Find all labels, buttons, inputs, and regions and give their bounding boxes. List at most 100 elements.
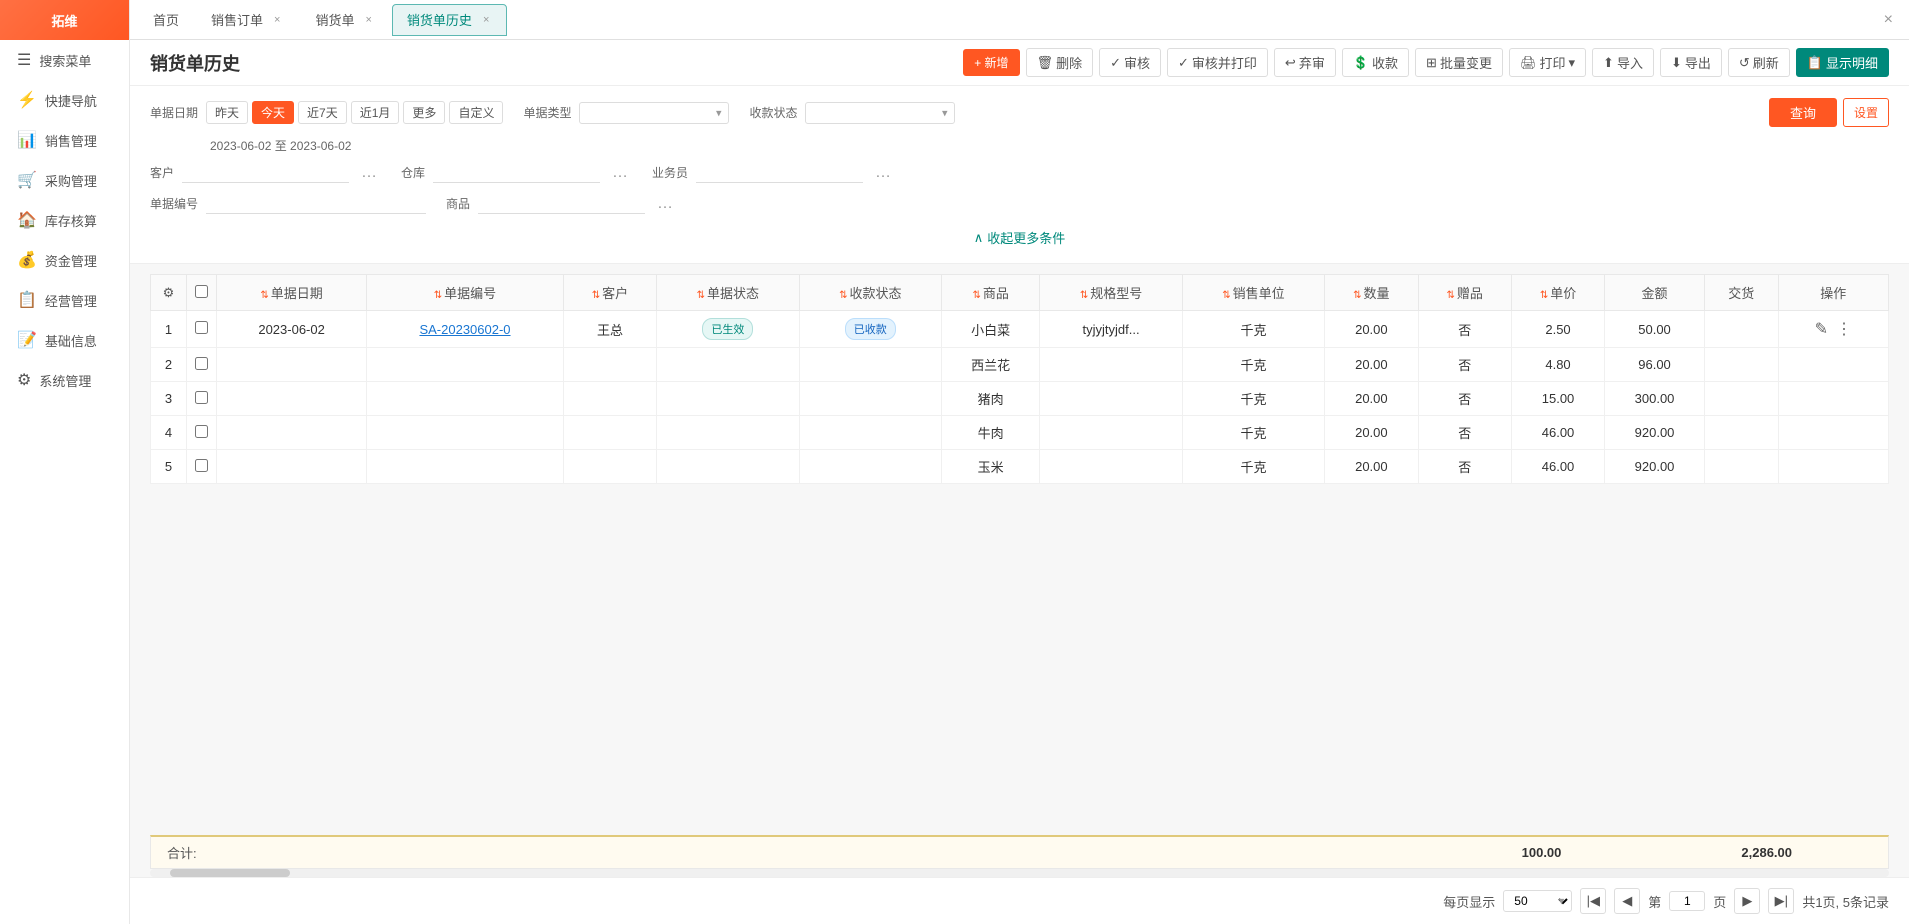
date-btn-7days[interactable]: 近7天 — [298, 101, 347, 124]
sidebar-item-purchase-mgmt[interactable]: 🛒 采购管理 — [0, 160, 129, 200]
row-checkbox-cell[interactable] — [187, 348, 217, 382]
export-button[interactable]: ⬇ 导出 — [1660, 48, 1722, 77]
review-button[interactable]: ✓ 审核 — [1099, 48, 1161, 77]
filter-group-warehouse: 仓库 … — [401, 162, 632, 183]
print-review-button[interactable]: ✓ 审核并打印 — [1167, 48, 1268, 77]
payment-status-select-wrapper — [805, 102, 955, 124]
row-price-cell: 15.00 — [1511, 382, 1604, 416]
print-button[interactable]: 🖨 打印 ▾ — [1509, 48, 1586, 77]
col-settings[interactable]: ⚙ — [151, 275, 187, 311]
more-icon[interactable]: ⋮ — [1832, 319, 1856, 340]
date-btn-today[interactable]: 今天 — [252, 101, 294, 124]
scrollbar-thumb[interactable] — [170, 869, 290, 877]
col-trade[interactable]: 交货 — [1704, 275, 1778, 311]
col-checkbox[interactable] — [187, 275, 217, 311]
sidebar-item-operations[interactable]: 📋 经营管理 — [0, 280, 129, 320]
sidebar-item-basic-info[interactable]: 📝 基础信息 — [0, 320, 129, 360]
batch-change-button[interactable]: ⊞ 批量变更 — [1415, 48, 1503, 77]
row-checkbox[interactable] — [195, 425, 208, 438]
date-btn-1month[interactable]: 近1月 — [351, 101, 400, 124]
product-dots-button[interactable]: … — [653, 195, 677, 213]
salesperson-dots-button[interactable]: … — [871, 164, 895, 182]
table-row: 2西兰花千克20.00否4.8096.00 — [151, 348, 1889, 382]
warehouse-input[interactable] — [433, 162, 600, 183]
select-all-checkbox[interactable] — [195, 285, 208, 298]
display-note-button[interactable]: 📋 显示明细 — [1796, 48, 1889, 77]
col-qty[interactable]: ⇅数量 — [1325, 275, 1418, 311]
window-close-button[interactable]: × — [1876, 7, 1901, 33]
col-spec[interactable]: ⇅规格型号 — [1040, 275, 1182, 311]
table-container[interactable]: ⚙ ⇅单据日期 ⇅单据编号 ⇅客户 ⇅单据状态 ⇅收款状态 ⇅商品 ⇅规格型号 … — [130, 274, 1909, 835]
col-doc-status[interactable]: ⇅单据状态 — [657, 275, 799, 311]
doc-number-input[interactable] — [206, 193, 426, 214]
sidebar-item-system[interactable]: ⚙ 系统管理 — [0, 360, 129, 400]
col-pay-status[interactable]: ⇅收款状态 — [799, 275, 941, 311]
page-title: 销货单历史 — [150, 50, 240, 76]
tab-sales-order[interactable]: 销售订单 × — [196, 4, 298, 36]
row-checkbox-cell[interactable] — [187, 382, 217, 416]
col-date[interactable]: ⇅单据日期 — [217, 275, 367, 311]
tab-close-sales-delivery[interactable]: × — [362, 13, 374, 27]
date-btn-yesterday[interactable]: 昨天 — [206, 101, 248, 124]
row-checkbox-cell[interactable] — [187, 450, 217, 484]
doc-type-select[interactable] — [579, 102, 729, 124]
filter-area: 单据日期 昨天 今天 近7天 近1月 更多 自定义 单据类型 — [130, 86, 1909, 264]
row-actions-cell: ✎⋮ — [1778, 311, 1888, 348]
settings-filter-button[interactable]: 设置 — [1843, 98, 1889, 127]
sidebar-item-search-menu[interactable]: ☰ 搜索菜单 — [0, 40, 129, 80]
page-size-select[interactable]: 20 50 100 — [1503, 890, 1572, 912]
row-pay-status-cell — [799, 382, 941, 416]
horizontal-scrollbar[interactable] — [150, 869, 1889, 877]
row-checkbox-cell[interactable] — [187, 311, 217, 348]
tab-sales-delivery[interactable]: 销货单 × — [300, 4, 389, 36]
first-page-button[interactable]: |◀ — [1580, 888, 1606, 914]
prev-page-button[interactable]: ◀ — [1614, 888, 1640, 914]
col-gift[interactable]: ⇅赠品 — [1418, 275, 1511, 311]
last-page-button[interactable]: ▶| — [1768, 888, 1794, 914]
payment-status-select[interactable] — [805, 102, 955, 124]
col-unit[interactable]: ⇅销售单位 — [1182, 275, 1324, 311]
table-settings-icon[interactable]: ⚙ — [163, 285, 175, 300]
tab-close-sales-order[interactable]: × — [271, 13, 283, 27]
sidebar-item-sales-mgmt[interactable]: 📊 销售管理 — [0, 120, 129, 160]
product-input[interactable] — [478, 193, 645, 214]
row-checkbox[interactable] — [195, 321, 208, 334]
doc-number-link[interactable]: SA-20230602-0 — [419, 322, 510, 337]
row-unit-cell: 千克 — [1182, 382, 1324, 416]
col-customer[interactable]: ⇅客户 — [563, 275, 656, 311]
tab-close-sales-history[interactable]: × — [480, 13, 492, 27]
new-button[interactable]: + 新增 — [963, 49, 1019, 76]
collect-button[interactable]: 💲 收款 — [1342, 48, 1409, 77]
row-checkbox[interactable] — [195, 357, 208, 370]
date-btn-custom[interactable]: 自定义 — [449, 101, 503, 124]
customer-dots-button[interactable]: … — [357, 164, 381, 182]
tab-home[interactable]: 首页 — [138, 4, 194, 36]
row-checkbox-cell[interactable] — [187, 416, 217, 450]
refresh-button[interactable]: ↺ 刷新 — [1728, 48, 1790, 77]
page-number-input[interactable] — [1669, 891, 1705, 911]
import-button[interactable]: ⬆ 导入 — [1592, 48, 1654, 77]
sidebar-item-finance[interactable]: 💰 资金管理 — [0, 240, 129, 280]
row-checkbox[interactable] — [195, 459, 208, 472]
date-btn-more[interactable]: 更多 — [403, 101, 445, 124]
row-number-cell — [367, 416, 564, 450]
salesperson-input[interactable] — [696, 162, 863, 183]
sidebar-item-inventory[interactable]: 🏠 库存核算 — [0, 200, 129, 240]
row-checkbox[interactable] — [195, 391, 208, 404]
col-number[interactable]: ⇅单据编号 — [367, 275, 564, 311]
abandon-button[interactable]: ↩ 弃审 — [1274, 48, 1336, 77]
customer-input[interactable] — [182, 162, 349, 183]
main-area: 首页 销售订单 × 销货单 × 销货单历史 × × 销货单历史 + 新增 🗑 删… — [130, 0, 1909, 924]
sidebar-item-quick-nav[interactable]: ⚡ 快捷导航 — [0, 80, 129, 120]
col-product[interactable]: ⇅商品 — [942, 275, 1040, 311]
col-amount[interactable]: 金额 — [1605, 275, 1705, 311]
collapse-button[interactable]: ∧ 收起更多条件 — [970, 224, 1070, 251]
tab-sales-history[interactable]: 销货单历史 × — [392, 4, 507, 36]
next-page-button[interactable]: ▶ — [1734, 888, 1760, 914]
edit-icon[interactable]: ✎ — [1811, 319, 1832, 340]
doc-status-badge: 已生效 — [702, 318, 753, 340]
query-button[interactable]: 查询 — [1769, 98, 1837, 127]
col-price[interactable]: ⇅单价 — [1511, 275, 1604, 311]
warehouse-dots-button[interactable]: … — [608, 164, 632, 182]
delete-button[interactable]: 🗑 删除 — [1026, 48, 1094, 77]
